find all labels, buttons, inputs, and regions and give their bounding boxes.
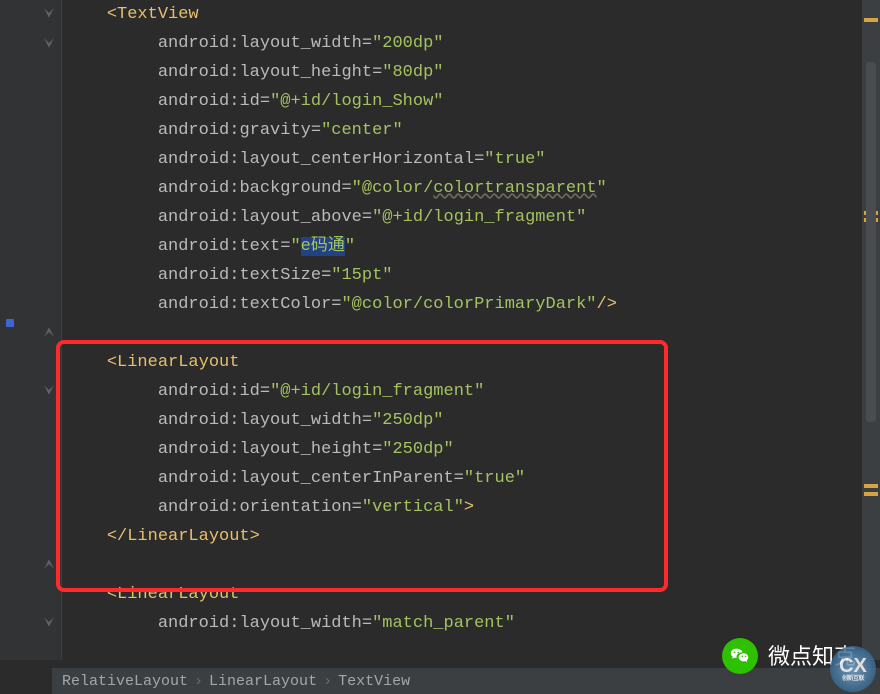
- code-line[interactable]: [66, 551, 856, 580]
- breadcrumb-item[interactable]: LinearLayout: [209, 667, 317, 694]
- marker-bar[interactable]: [862, 0, 880, 660]
- code-line[interactable]: android:text="e码通": [66, 232, 856, 261]
- warning-marker[interactable]: [864, 484, 878, 488]
- watermark-text: CX: [839, 656, 867, 676]
- code-line[interactable]: android:layout_above="@+id/login_fragmen…: [66, 203, 856, 232]
- code-line[interactable]: android:layout_height="250dp": [66, 435, 856, 464]
- code-line[interactable]: android:id="@+id/login_fragment": [66, 377, 856, 406]
- warning-marker[interactable]: [864, 492, 878, 496]
- code-line[interactable]: [66, 319, 856, 348]
- watermark-logo: CX 创新互联: [830, 646, 876, 692]
- breakpoint-marker[interactable]: [6, 319, 14, 327]
- warning-marker[interactable]: [864, 18, 878, 22]
- watermark-subtext: 创新互联: [839, 676, 867, 682]
- code-line[interactable]: android:layout_centerInParent="true": [66, 464, 856, 493]
- fold-handle[interactable]: [43, 379, 55, 408]
- code-line[interactable]: android:layout_width="200dp": [66, 29, 856, 58]
- wechat-icon: [722, 638, 758, 674]
- code-line[interactable]: android:id="@+id/login_Show": [66, 87, 856, 116]
- fold-handle[interactable]: [43, 321, 55, 350]
- code-line[interactable]: </LinearLayout>: [66, 522, 856, 551]
- chevron-right-icon: ›: [194, 667, 203, 694]
- fold-handle[interactable]: [43, 553, 55, 582]
- code-line[interactable]: android:layout_width="250dp": [66, 406, 856, 435]
- code-line[interactable]: android:layout_height="80dp": [66, 58, 856, 87]
- fold-handle[interactable]: [43, 32, 55, 61]
- fold-handle[interactable]: [43, 2, 55, 31]
- code-line[interactable]: <LinearLayout: [66, 348, 856, 377]
- breadcrumb-item[interactable]: TextView: [338, 667, 410, 694]
- code-line[interactable]: android:layout_width="match_parent": [66, 609, 856, 638]
- code-line[interactable]: android:gravity="center": [66, 116, 856, 145]
- code-line[interactable]: android:textColor="@color/colorPrimaryDa…: [66, 290, 856, 319]
- fold-handle[interactable]: [43, 611, 55, 640]
- breadcrumb-item[interactable]: RelativeLayout: [62, 667, 188, 694]
- scrollbar-thumb[interactable]: [866, 62, 876, 422]
- gutter: [0, 0, 62, 660]
- code-line[interactable]: android:orientation="vertical">: [66, 493, 856, 522]
- code-editor[interactable]: <TextView android:layout_width="200dp" a…: [66, 0, 856, 638]
- code-line[interactable]: android:background="@color/colortranspar…: [66, 174, 856, 203]
- code-line[interactable]: android:textSize="15pt": [66, 261, 856, 290]
- code-line[interactable]: <TextView: [66, 0, 856, 29]
- chevron-right-icon: ›: [323, 667, 332, 694]
- breakpoint-column[interactable]: [0, 0, 20, 660]
- code-line[interactable]: android:layout_centerHorizontal="true": [66, 145, 856, 174]
- code-line[interactable]: <LinearLayout: [66, 580, 856, 609]
